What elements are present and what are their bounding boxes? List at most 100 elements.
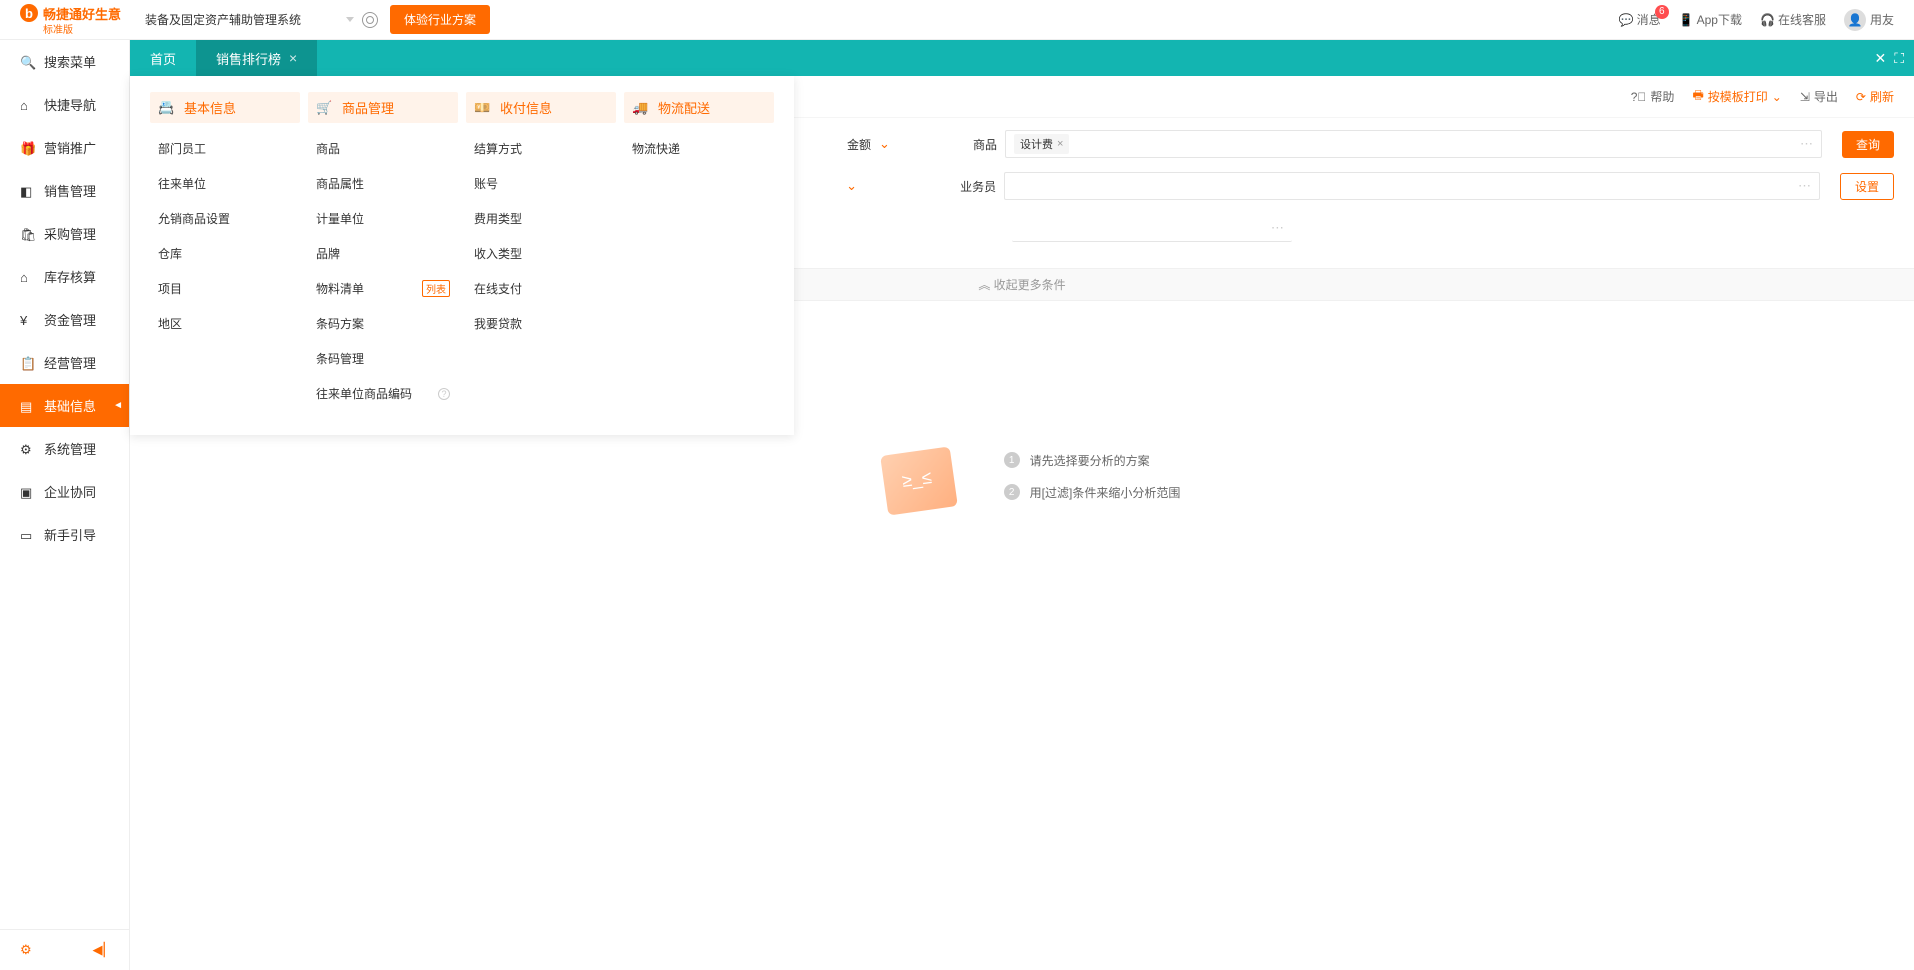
mega-item[interactable]: 仓库 <box>150 236 300 271</box>
more-icon[interactable]: ⋯ <box>1798 178 1811 194</box>
mega-item-label: 商品 <box>316 140 340 157</box>
mega-item[interactable]: 往来单位 <box>150 166 300 201</box>
mega-item[interactable]: 往来单位商品编码 ? <box>308 376 458 411</box>
sidebar-item-label: 快捷导航 <box>44 95 96 114</box>
online-service-button[interactable]: 🎧 在线客服 <box>1760 11 1826 28</box>
messages-button[interactable]: 💬 消息 6 <box>1619 11 1661 28</box>
sidebar-item-6[interactable]: ¥ 资金管理 <box>0 298 129 341</box>
mega-item[interactable]: 部门员工 <box>150 131 300 166</box>
sidebar-item-label: 新手引导 <box>44 525 96 544</box>
sidebar-item-8[interactable]: ▤基础信息 <box>0 384 129 427</box>
mega-header: 🛒商品管理 <box>308 92 458 123</box>
service-label: 在线客服 <box>1778 11 1826 28</box>
sidebar-item-2[interactable]: 🎁 营销推广 <box>0 126 129 169</box>
step-2-badge: 2 <box>1004 484 1020 500</box>
list-tag: 列表 <box>422 280 450 297</box>
query-button[interactable]: 查询 <box>1842 131 1894 158</box>
export-icon: ⇲ <box>1800 90 1810 104</box>
avatar-icon: 👤 <box>1844 9 1866 31</box>
mega-item[interactable]: 品牌 <box>308 236 458 271</box>
tab-sales-ranking[interactable]: 销售排行榜 × <box>196 40 317 76</box>
close-icon[interactable]: × <box>289 50 297 66</box>
user-name: 用友 <box>1870 11 1894 28</box>
sidebar-item-3[interactable]: ◧销售管理 <box>0 169 129 212</box>
mega-item[interactable]: 费用类型 <box>466 201 616 236</box>
sidebar-item-9[interactable]: ⚙系统管理 <box>0 427 129 470</box>
mega-header-label: 基本信息 <box>184 98 236 117</box>
more-icon[interactable]: ⋯ <box>1800 136 1813 152</box>
sidebar-collapse-icon[interactable]: ◀⎢ <box>93 942 110 958</box>
system-selector[interactable]: 装备及固定资产辅助管理系统 <box>145 11 354 28</box>
industry-plan-button[interactable]: 体验行业方案 <box>390 5 490 34</box>
chevron-down-icon[interactable]: ⌄ <box>879 136 890 152</box>
help-button[interactable]: ?⃝ 帮助 <box>1631 88 1675 105</box>
sidebar-item-label: 营销推广 <box>44 138 96 157</box>
mega-item[interactable]: 计量单位 <box>308 201 458 236</box>
mega-item[interactable]: 商品 <box>308 131 458 166</box>
mega-item-label: 费用类型 <box>474 210 522 227</box>
extra-input[interactable]: ⋯ <box>1012 214 1292 242</box>
sidebar-item-label: 采购管理 <box>44 224 96 243</box>
remove-tag-icon[interactable]: × <box>1057 138 1063 150</box>
gear-icon[interactable] <box>362 12 378 28</box>
sidebar-icon: 🛍 <box>20 227 34 241</box>
mega-item[interactable]: 允销商品设置 <box>150 201 300 236</box>
sidebar-item-1[interactable]: ⌂快捷导航 <box>0 83 129 126</box>
phone-icon: 📱 <box>1679 13 1693 27</box>
sidebar-icon: ¥ <box>20 313 34 327</box>
sidebar-item-7[interactable]: 📋经营管理 <box>0 341 129 384</box>
download-label: App下载 <box>1697 11 1742 28</box>
sidebar-icon: ▣ <box>20 485 34 499</box>
maximize-icon[interactable]: ⛶ <box>1894 50 1904 67</box>
tab-home-label: 首页 <box>150 49 176 68</box>
mega-item[interactable]: 我要贷款 <box>466 306 616 341</box>
tab-close-all-icon[interactable]: ✕ <box>1874 50 1886 67</box>
mega-item[interactable]: 地区 <box>150 306 300 341</box>
sidebar-item-label: 资金管理 <box>44 310 96 329</box>
sidebar-settings-icon[interactable]: ⚙ <box>20 942 32 958</box>
sidebar-item-5[interactable]: ⌂库存核算 <box>0 255 129 298</box>
step-2-text: 用[过滤]条件来缩小分析范围 <box>1030 484 1181 501</box>
mega-item[interactable]: 项目 <box>150 271 300 306</box>
mega-item-label: 结算方式 <box>474 140 522 157</box>
sidebar-item-0[interactable]: 🔍搜索菜单 <box>0 40 129 83</box>
settings-button[interactable]: 设置 <box>1840 173 1894 200</box>
left-sidebar: 🔍搜索菜单⌂快捷导航 🎁 营销推广 ◧销售管理 🛍 采购管理 ⌂库存核算 ¥ 资金管理 📋经营管理… <box>0 40 130 970</box>
chevron-down-icon[interactable]: ⌄ <box>846 178 857 194</box>
filter-amount-label: 金额 <box>847 136 871 153</box>
mega-item[interactable]: 在线支付 <box>466 271 616 306</box>
mega-item-label: 往来单位 <box>158 175 206 192</box>
mega-item[interactable]: 商品属性 <box>308 166 458 201</box>
mega-header-icon: 🚚 <box>632 100 652 116</box>
mega-item[interactable]: 结算方式 <box>466 131 616 166</box>
sidebar-item-4[interactable]: 🛍 采购管理 <box>0 212 129 255</box>
mega-header-icon: 🛒 <box>316 100 336 116</box>
more-icon[interactable]: ⋯ <box>1271 220 1284 236</box>
mega-item[interactable]: 物料清单列表 <box>308 271 458 306</box>
export-button[interactable]: ⇲ 导出 <box>1800 88 1838 105</box>
headset-icon: 🎧 <box>1760 13 1774 27</box>
app-download-button[interactable]: 📱 App下载 <box>1679 11 1742 28</box>
chevron-down-icon <box>346 17 354 22</box>
user-menu[interactable]: 👤 用友 <box>1844 9 1894 31</box>
mega-item[interactable]: 物流快递 <box>624 131 774 166</box>
sidebar-icon: 🎁 <box>20 141 34 155</box>
sidebar-icon: ▤ <box>20 399 34 413</box>
mega-item[interactable]: 账号 <box>466 166 616 201</box>
print-template-button[interactable]: 🖶 按模板打印 ⌄ <box>1692 86 1781 107</box>
refresh-button[interactable]: ⟳ 刷新 <box>1856 88 1894 105</box>
export-label: 导出 <box>1814 88 1838 105</box>
mega-item[interactable]: 条码方案 <box>308 306 458 341</box>
product-input[interactable]: 设计费 × ⋯ <box>1005 130 1822 158</box>
mega-item-label: 账号 <box>474 175 498 192</box>
mega-header-label: 收付信息 <box>500 98 552 117</box>
salesperson-input[interactable]: ⋯ <box>1004 172 1820 200</box>
mega-item[interactable]: 收入类型 <box>466 236 616 271</box>
tab-home[interactable]: 首页 <box>130 40 196 76</box>
mega-item-label: 部门员工 <box>158 140 206 157</box>
sidebar-item-label: 库存核算 <box>44 267 96 286</box>
sidebar-item-11[interactable]: ▭新手引导 <box>0 513 129 556</box>
step-1-text: 请先选择要分析的方案 <box>1030 452 1150 469</box>
sidebar-item-10[interactable]: ▣企业协同 <box>0 470 129 513</box>
mega-item[interactable]: 条码管理 <box>308 341 458 376</box>
